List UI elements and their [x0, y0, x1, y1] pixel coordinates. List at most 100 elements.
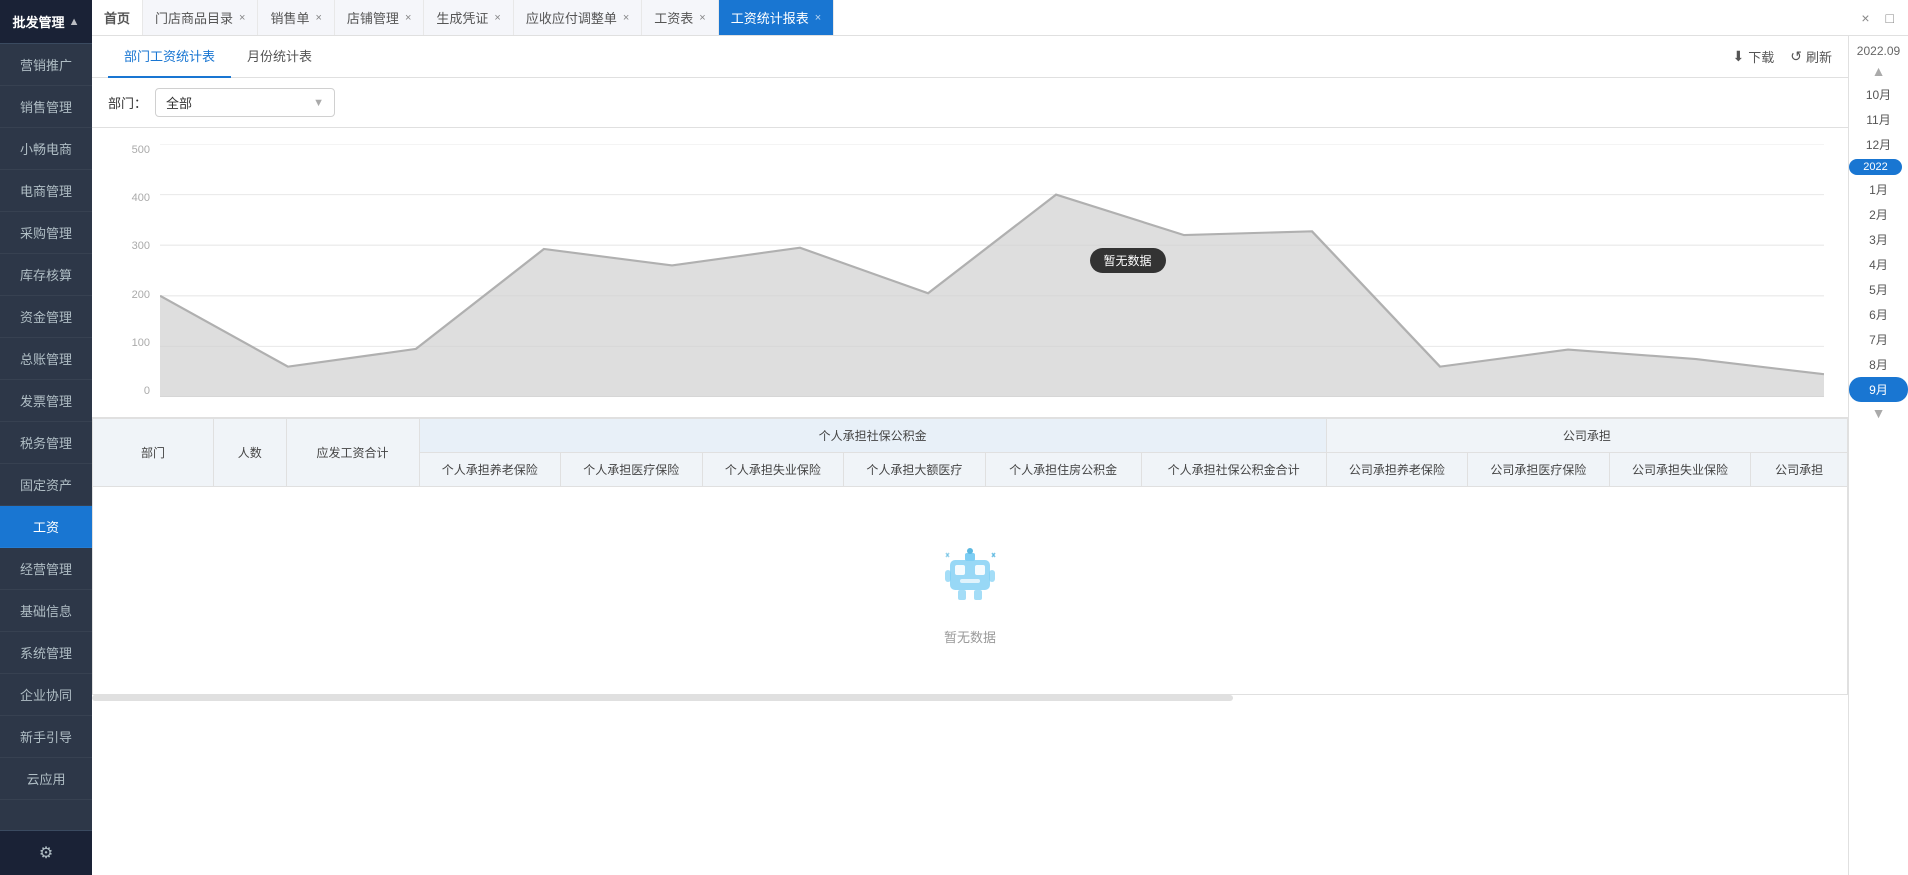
download-icon: ⬇	[1733, 48, 1745, 65]
table-wrapper[interactable]: 部门 人数 应发工资合计 个人承担社保公积金 公司承担 个人承担养老保险 个人承…	[92, 418, 1848, 875]
maximize-button[interactable]: □	[1880, 8, 1900, 28]
tab-close-3[interactable]: ×	[405, 12, 411, 24]
cal-month-0[interactable]: 10月	[1849, 82, 1908, 107]
y-label-300: 300	[132, 240, 150, 252]
th-department: 部门	[93, 419, 214, 487]
th-company-medical: 公司承担医疗保险	[1468, 453, 1610, 487]
sidebar-item-13[interactable]: 基础信息	[0, 590, 92, 632]
y-label-200: 200	[132, 289, 150, 301]
cal-month-2[interactable]: 12月	[1849, 132, 1908, 157]
main-panel: 部门工资统计表 月份统计表 ⬇ 下载 ↺ 刷新	[92, 36, 1848, 875]
chevron-down-icon: ▼	[313, 97, 324, 109]
chart-area: 500 400 300 200 100 0	[92, 128, 1848, 418]
tab-3[interactable]: 店铺管理×	[335, 0, 424, 36]
sidebar-item-7[interactable]: 总账管理	[0, 338, 92, 380]
main-area: 首页门店商品目录×销售单×店铺管理×生成凭证×应收应付调整单×工资表×工资统计报…	[92, 0, 1908, 875]
y-label-500: 500	[132, 144, 150, 156]
tab-1[interactable]: 门店商品目录×	[143, 0, 258, 36]
th-personal-insurance: 个人承担社保公积金	[419, 419, 1326, 453]
sidebar-item-2[interactable]: 小畅电商	[0, 128, 92, 170]
cal-month-9[interactable]: 6月	[1849, 302, 1908, 327]
tab-close-7[interactable]: ×	[815, 12, 821, 24]
th-personal-large-medical: 个人承担大额医疗	[844, 453, 986, 487]
sidebar-footer[interactable]: ⚙	[0, 830, 92, 875]
sidebar: 批发管理 ▲ 营销推广销售管理小畅电商电商管理采购管理库存核算资金管理总账管理发…	[0, 0, 92, 875]
tabbar: 首页门店商品目录×销售单×店铺管理×生成凭证×应收应付调整单×工资表×工资统计报…	[92, 0, 1908, 36]
tab-department-stats[interactable]: 部门工资统计表	[108, 36, 231, 78]
empty-row: 暂无数据	[93, 487, 1848, 695]
cal-month-7[interactable]: 4月	[1849, 252, 1908, 277]
sidebar-item-1[interactable]: 销售管理	[0, 86, 92, 128]
calendar-header: 2022.09	[1857, 40, 1900, 60]
th-personal-pension: 个人承担养老保险	[419, 453, 561, 487]
sub-tabbar: 部门工资统计表 月份统计表 ⬇ 下载 ↺ 刷新	[92, 36, 1848, 78]
sidebar-item-14[interactable]: 系统管理	[0, 632, 92, 674]
th-personal-housing-fund: 个人承担住房公积金	[985, 453, 1141, 487]
tab-monthly-stats[interactable]: 月份统计表	[231, 36, 328, 78]
sidebar-item-4[interactable]: 采购管理	[0, 212, 92, 254]
refresh-button[interactable]: ↺ 刷新	[1790, 47, 1832, 66]
cal-month-4[interactable]: 1月	[1849, 177, 1908, 202]
tab-close-5[interactable]: ×	[623, 12, 629, 24]
tab-7[interactable]: 工资统计报表×	[719, 0, 834, 36]
tab-close-1[interactable]: ×	[239, 12, 245, 24]
th-total-salary: 应发工资合计	[286, 419, 419, 487]
cal-month-8[interactable]: 5月	[1849, 277, 1908, 302]
page-content: 部门工资统计表 月份统计表 ⬇ 下载 ↺ 刷新	[92, 36, 1908, 875]
y-label-0: 0	[144, 385, 150, 397]
th-personal-medical: 个人承担医疗保险	[561, 453, 703, 487]
sidebar-item-11[interactable]: 工资	[0, 506, 92, 548]
sidebar-item-6[interactable]: 资金管理	[0, 296, 92, 338]
sidebar-item-3[interactable]: 电商管理	[0, 170, 92, 212]
cal-year-3[interactable]: 2022	[1849, 159, 1902, 175]
download-button[interactable]: ⬇ 下载	[1733, 47, 1775, 66]
tab-2[interactable]: 销售单×	[258, 0, 334, 36]
empty-icon	[930, 535, 1010, 615]
calendar-down-nav[interactable]: ▼	[1868, 402, 1890, 424]
cal-month-1[interactable]: 11月	[1849, 107, 1908, 132]
tab-6[interactable]: 工资表×	[642, 0, 718, 36]
department-label: 部门：	[108, 93, 147, 112]
th-company-insurance: 公司承担	[1326, 419, 1847, 453]
th-personal-unemployment: 个人承担失业保险	[702, 453, 844, 487]
refresh-icon: ↺	[1790, 48, 1802, 65]
tab-actions: ⬇ 下载 ↺ 刷新	[1733, 47, 1833, 66]
sidebar-item-16[interactable]: 新手引导	[0, 716, 92, 758]
th-company-more: 公司承担	[1751, 453, 1848, 487]
th-company-unemployment: 公司承担失业保险	[1609, 453, 1751, 487]
sidebar-item-8[interactable]: 发票管理	[0, 380, 92, 422]
area-chart	[160, 144, 1824, 397]
cal-month-12[interactable]: 9月	[1849, 377, 1908, 402]
tab-close-2[interactable]: ×	[315, 12, 321, 24]
calendar-up-nav[interactable]: ▲	[1868, 60, 1890, 82]
empty-state: 暂无数据	[103, 495, 1837, 686]
sidebar-item-9[interactable]: 税务管理	[0, 422, 92, 464]
filter-bar: 部门： 全部 ▼	[92, 78, 1848, 128]
sidebar-item-15[interactable]: 企业协同	[0, 674, 92, 716]
sidebar-toggle-icon[interactable]: ▲	[69, 16, 80, 28]
close-all-button[interactable]: ×	[1855, 8, 1875, 28]
calendar-panel: 2022.09 ▲ 10月11月12月 2022 1月2月3月4月5月6月7月8月9…	[1848, 36, 1908, 875]
department-select[interactable]: 全部 ▼	[155, 88, 335, 117]
cal-month-5[interactable]: 2月	[1849, 202, 1908, 227]
tab-5[interactable]: 应收应付调整单×	[514, 0, 642, 36]
y-label-100: 100	[132, 337, 150, 349]
department-select-value: 全部	[166, 93, 192, 112]
data-table: 部门 人数 应发工资合计 个人承担社保公积金 公司承担 个人承担养老保险 个人承…	[92, 418, 1848, 695]
tab-4[interactable]: 生成凭证×	[424, 0, 513, 36]
sidebar-item-5[interactable]: 库存核算	[0, 254, 92, 296]
cal-month-6[interactable]: 3月	[1849, 227, 1908, 252]
th-headcount: 人数	[213, 419, 286, 487]
sidebar-header: 批发管理 ▲	[0, 0, 92, 44]
sidebar-item-0[interactable]: 营销推广	[0, 44, 92, 86]
chart-container: 500 400 300 200 100 0	[116, 144, 1824, 417]
cal-month-11[interactable]: 8月	[1849, 352, 1908, 377]
cal-month-10[interactable]: 7月	[1849, 327, 1908, 352]
tab-close-4[interactable]: ×	[494, 12, 500, 24]
tab-0[interactable]: 首页	[92, 0, 143, 36]
tab-close-6[interactable]: ×	[699, 12, 705, 24]
sidebar-item-10[interactable]: 固定资产	[0, 464, 92, 506]
sidebar-item-12[interactable]: 经营管理	[0, 548, 92, 590]
sidebar-item-17[interactable]: 云应用	[0, 758, 92, 800]
settings-icon: ⚙	[39, 845, 53, 862]
